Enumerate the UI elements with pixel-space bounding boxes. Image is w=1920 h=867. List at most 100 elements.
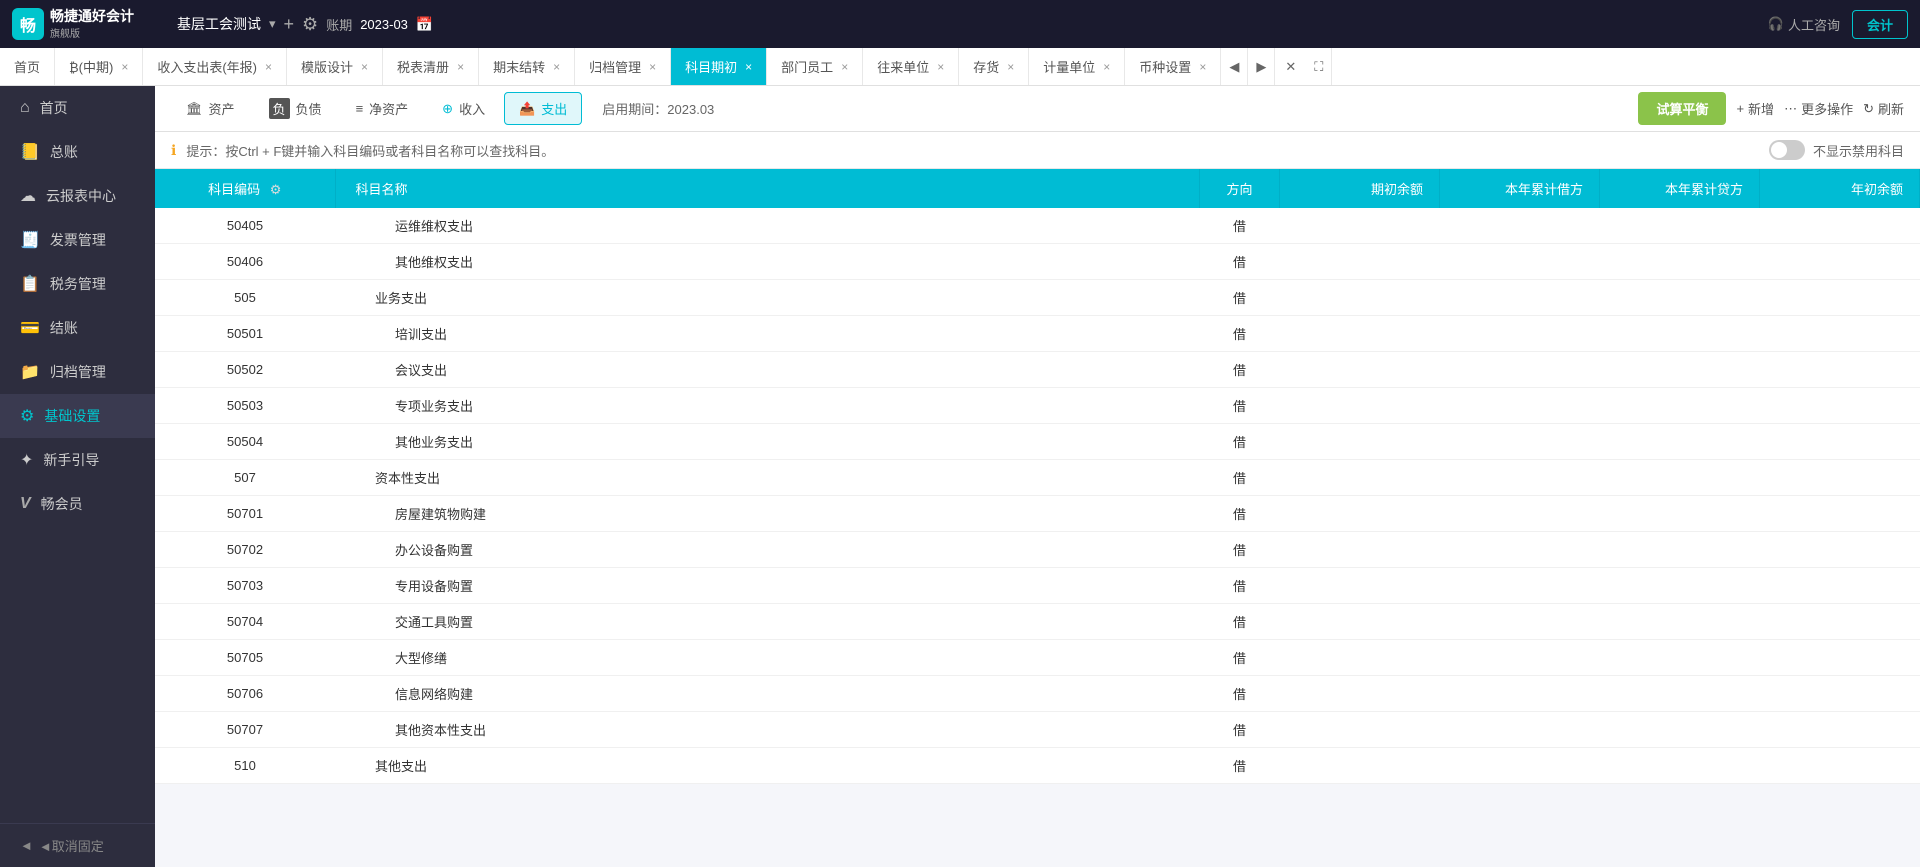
tab-period-end-close[interactable]: × [553, 60, 560, 74]
add-tab-button[interactable]: + [284, 14, 295, 35]
liability-icon: 负 [269, 98, 290, 119]
tab-template[interactable]: 模版设计 × [287, 48, 383, 85]
tab-tax-close[interactable]: × [457, 60, 464, 74]
table-row[interactable]: 50706信息网络购建借 [155, 676, 1920, 712]
tab-inventory[interactable]: 存货 × [959, 48, 1029, 85]
service-button[interactable]: 🎧 人工咨询 [1768, 15, 1840, 34]
cell-code: 50706 [155, 676, 335, 712]
refresh-button[interactable]: ↻ 刷新 [1863, 99, 1904, 118]
sidebar-collapse-button[interactable]: ◄ ◄取消固定 [0, 823, 155, 867]
sidebar-item-guide[interactable]: ✦ 新手引导 [0, 438, 155, 482]
tab-unit-close[interactable]: × [1103, 60, 1110, 74]
cell-ytd-debit [1440, 748, 1600, 784]
tab-currency[interactable]: 币种设置 × [1125, 48, 1221, 85]
tab-contacts[interactable]: 往来单位 × [863, 48, 959, 85]
tab-close-all-button[interactable]: ✕ [1275, 48, 1306, 85]
sub-tab-asset[interactable]: 🏛 资产 [171, 92, 250, 125]
tab-bs-mid-close[interactable]: × [121, 60, 128, 74]
table-row[interactable]: 50702办公设备购置借 [155, 532, 1920, 568]
th-gear-icon[interactable]: ⚙ [270, 182, 282, 198]
sub-tab-liability[interactable]: 负 负债 [254, 91, 337, 126]
table-row[interactable]: 50701房屋建筑物购建借 [155, 496, 1920, 532]
table-row[interactable]: 50503专项业务支出借 [155, 388, 1920, 424]
tab-home[interactable]: 首页 [0, 48, 55, 85]
company-dropdown-icon[interactable]: ▾ [269, 16, 276, 32]
sidebar-item-vip[interactable]: V 畅会员 [0, 482, 155, 526]
top-center: 基层工会测试 ▾ + ⚙ 账期 2023-03 📅 [177, 14, 1758, 35]
account-button[interactable]: 会计 [1852, 10, 1908, 39]
tab-next-button[interactable]: ▶ [1248, 48, 1275, 85]
table-row[interactable]: 50705大型修缮借 [155, 640, 1920, 676]
table-row[interactable]: 50703专用设备购置借 [155, 568, 1920, 604]
cell-name: 专用设备购置 [335, 568, 1200, 604]
star-icon: ✦ [20, 450, 33, 470]
expense-icon: 📤 [519, 101, 535, 117]
cell-name: 其他维权支出 [335, 244, 1200, 280]
sub-tab-expense[interactable]: 📤 支出 [504, 92, 582, 125]
table-row[interactable]: 50704交通工具购置借 [155, 604, 1920, 640]
more-button[interactable]: ⋯ 更多操作 [1784, 99, 1853, 118]
tab-archive-close[interactable]: × [649, 60, 656, 74]
tab-tax[interactable]: 税表清册 × [383, 48, 479, 85]
tab-dept-close[interactable]: × [841, 60, 848, 74]
cell-opening-balance [1280, 244, 1440, 280]
table-row[interactable]: 50707其他资本性支出借 [155, 712, 1920, 748]
sidebar-item-settle[interactable]: 💳 结账 [0, 306, 155, 350]
tab-dept[interactable]: 部门员工 × [767, 48, 863, 85]
sidebar-item-basic[interactable]: ⚙ 基础设置 [0, 394, 155, 438]
cell-ytd-debit [1440, 388, 1600, 424]
tab-bs-mid[interactable]: ₿(中期) × [55, 48, 143, 85]
tab-template-close[interactable]: × [361, 60, 368, 74]
sidebar-item-invoice[interactable]: 🧾 发票管理 [0, 218, 155, 262]
tab-inventory-close[interactable]: × [1007, 60, 1014, 74]
period-value: 2023-03 [360, 17, 408, 32]
tab-subject-init[interactable]: 科目期初 × [671, 48, 767, 85]
table-row[interactable]: 50405运维维权支出借 [155, 208, 1920, 244]
cell-ytd-credit [1600, 208, 1760, 244]
sub-tab-income[interactable]: ⊕ 收入 [427, 92, 500, 125]
calendar-icon[interactable]: 📅 [416, 16, 433, 33]
table-row[interactable]: 50504其他业务支出借 [155, 424, 1920, 460]
tab-prev-button[interactable]: ◀ [1221, 48, 1248, 85]
cell-year-opening [1760, 712, 1920, 748]
cell-year-opening [1760, 460, 1920, 496]
tab-contacts-close[interactable]: × [937, 60, 944, 74]
cell-ytd-credit [1600, 244, 1760, 280]
sidebar-item-archive[interactable]: 📁 归档管理 [0, 350, 155, 394]
tab-income-close[interactable]: × [265, 60, 272, 74]
cell-opening-balance [1280, 424, 1440, 460]
tip-text: 提示：按Ctrl + F键并输入科目编码或者科目名称可以查找科目。 [186, 141, 554, 160]
sidebar-item-report[interactable]: ☁ 云报表中心 [0, 174, 155, 218]
table-row[interactable]: 50501培训支出借 [155, 316, 1920, 352]
th-opening-balance: 期初余额 [1280, 169, 1440, 208]
table-row[interactable]: 510其他支出借 [155, 748, 1920, 784]
sidebar-item-home[interactable]: ⌂ 首页 [0, 86, 155, 130]
balance-button[interactable]: 试算平衡 [1638, 92, 1726, 125]
cell-code: 505 [155, 280, 335, 316]
collapse-label: ◄取消固定 [39, 836, 104, 855]
tab-subject-init-close[interactable]: × [745, 60, 752, 74]
tab-period-end[interactable]: 期末结转 × [479, 48, 575, 85]
collapse-icon: ◄ [20, 838, 33, 853]
tab-currency-close[interactable]: × [1199, 60, 1206, 74]
table-row[interactable]: 507资本性支出借 [155, 460, 1920, 496]
cell-code: 50405 [155, 208, 335, 244]
cell-ytd-debit [1440, 712, 1600, 748]
settings-button[interactable]: ⚙ [302, 14, 318, 35]
sub-tab-equity[interactable]: ≡ 净资产 [341, 92, 424, 125]
disable-toggle[interactable] [1769, 140, 1805, 160]
table-row[interactable]: 50502会议支出借 [155, 352, 1920, 388]
cell-code: 50704 [155, 604, 335, 640]
table-row[interactable]: 505业务支出借 [155, 280, 1920, 316]
tab-archive[interactable]: 归档管理 × [575, 48, 671, 85]
table-row[interactable]: 50406其他维权支出借 [155, 244, 1920, 280]
cell-ytd-credit [1600, 532, 1760, 568]
cell-direction: 借 [1200, 280, 1280, 316]
tab-unit[interactable]: 计量单位 × [1029, 48, 1125, 85]
tab-expand-button[interactable]: ⛶ [1306, 48, 1332, 85]
cell-ytd-debit [1440, 460, 1600, 496]
add-button[interactable]: + 新增 [1736, 99, 1774, 118]
sidebar-item-ledger[interactable]: 📒 总账 [0, 130, 155, 174]
sidebar-item-tax[interactable]: 📋 税务管理 [0, 262, 155, 306]
tab-income[interactable]: 收入支出表(年报) × [143, 48, 287, 85]
